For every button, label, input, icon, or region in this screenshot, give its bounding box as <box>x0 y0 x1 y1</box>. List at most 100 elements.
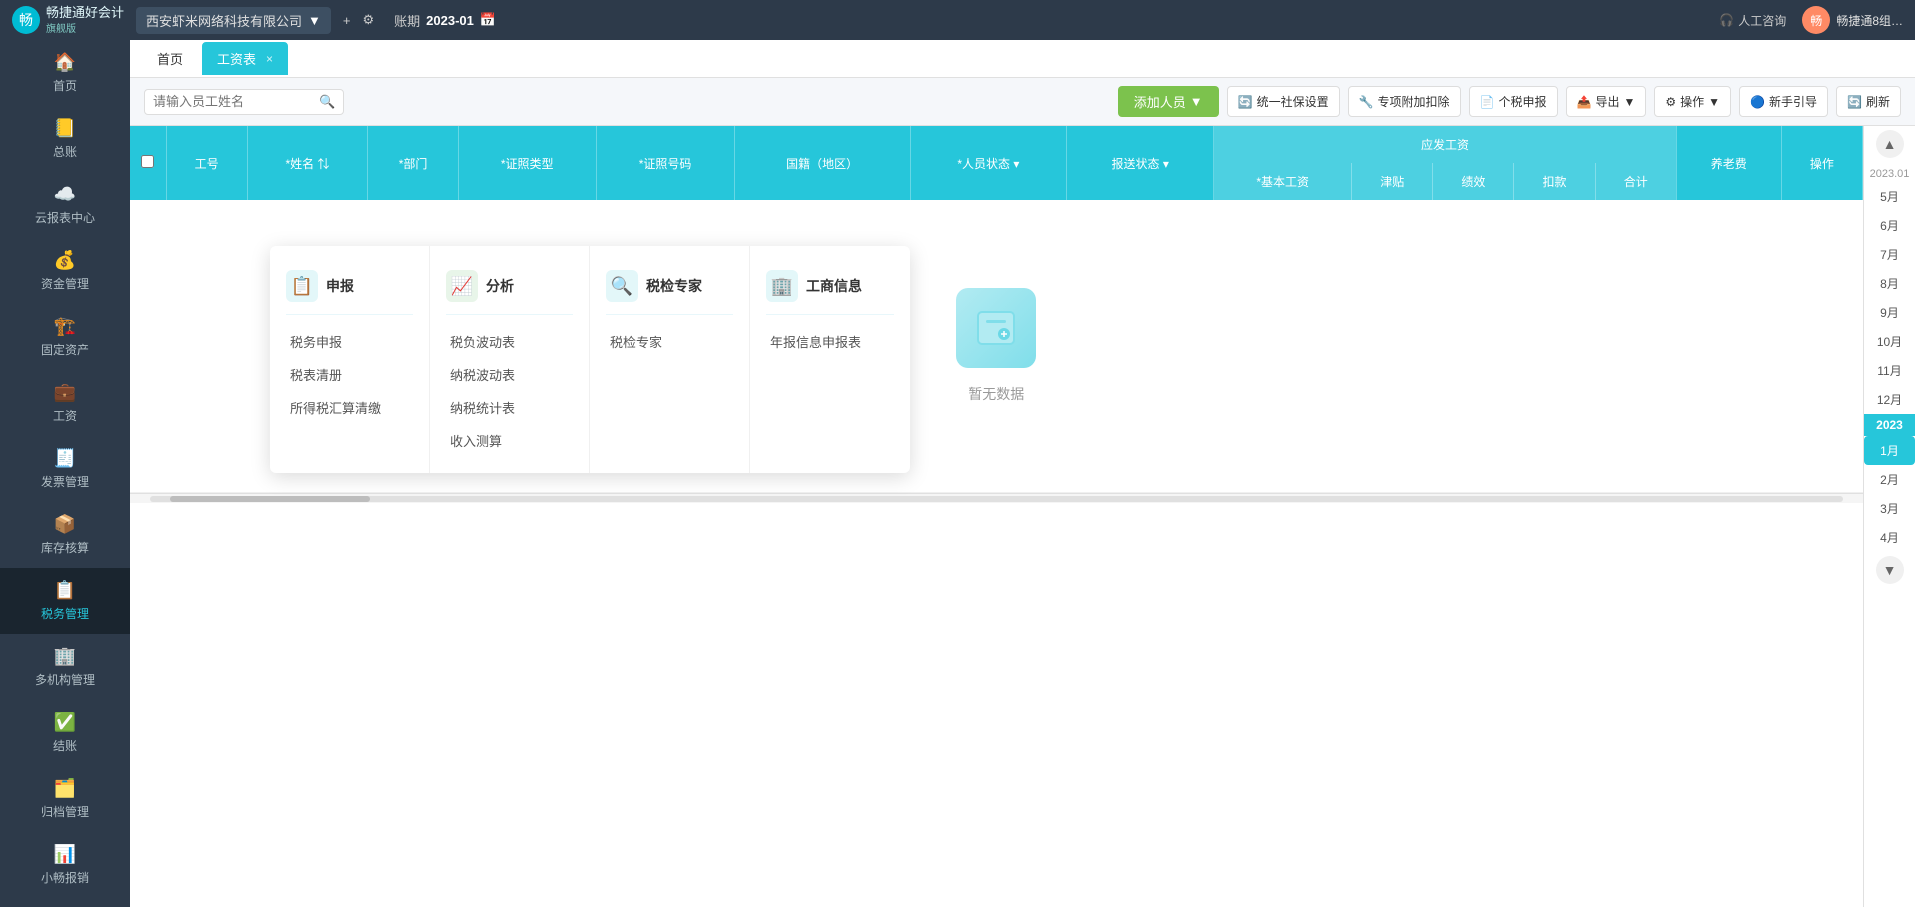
fenx-icon: 📈 <box>446 270 478 302</box>
cal-nav-down[interactable]: ▼ <box>1876 556 1904 584</box>
ops-icon: ⚙ <box>1665 95 1676 109</box>
dropdown-col-taxex: 🔍 税检专家 税检专家 <box>590 246 750 473</box>
th-department: *部门 <box>368 126 458 200</box>
export-btn[interactable]: 📤 导出 ▼ <box>1566 86 1647 117</box>
service-btn[interactable]: 🎧 人工咨询 <box>1719 12 1786 29</box>
cal-month-7[interactable]: 7月 <box>1864 240 1915 269</box>
assets-icon: 🏗️ <box>54 316 76 337</box>
cal-month-2[interactable]: 2月 <box>1864 465 1915 494</box>
sidebar-item-ledger[interactable]: 📒 总账 <box>0 106 130 172</box>
cal-month-12[interactable]: 12月 <box>1864 385 1915 414</box>
menu-tax-wave[interactable]: 纳税波动表 <box>446 358 573 391</box>
sidebar-item-tax[interactable]: 📋 税务管理 <box>0 568 130 634</box>
period-calendar-icon[interactable]: 📅 <box>480 12 496 28</box>
logo-area: 畅 畅捷通好会计 旗舰版 <box>12 5 124 36</box>
menu-tax-report[interactable]: 税务申报 <box>286 325 413 358</box>
sort-icon: ⇅ <box>318 157 330 171</box>
cal-month-6[interactable]: 6月 <box>1864 211 1915 240</box>
th-nationality: 国籍（地区） <box>734 126 910 200</box>
table-container: 工号 *姓名 ⇅ *部门 *证照类型 *证照号码 国籍（地区） *人员状态 ▾ … <box>130 126 1863 907</box>
company-selector[interactable]: 西安虾米网络科技有限公司 ▼ <box>136 7 331 34</box>
sidebar-item-inventory[interactable]: 📦 库存核算 <box>0 502 130 568</box>
th-submit-status: 报送状态 ▾ <box>1067 126 1214 200</box>
tab-salary[interactable]: 工资表 × <box>202 42 288 75</box>
cal-month-10[interactable]: 10月 <box>1864 327 1915 356</box>
menu-tax-stat[interactable]: 纳税统计表 <box>446 391 573 424</box>
personal-tax-btn[interactable]: 📄 个税申报 <box>1469 86 1558 117</box>
bottom-scrollbar[interactable] <box>130 493 1863 503</box>
sidebar-item-funds[interactable]: 💰 资金管理 <box>0 238 130 304</box>
cal-month-1[interactable]: 1月 <box>1864 436 1915 465</box>
app-name: 畅捷通好会计 <box>46 5 124 21</box>
dropdown-col-gongs: 🏢 工商信息 年报信息申报表 <box>750 246 910 473</box>
social-insurance-btn[interactable]: 🔄 统一社保设置 <box>1227 86 1340 117</box>
new-guide-btn[interactable]: 🔵 新手引导 <box>1739 86 1828 117</box>
th-deduct-insurance: 养老费 <box>1676 126 1781 200</box>
shenb-title: 申报 <box>326 276 354 296</box>
export-label: 导出 <box>1595 93 1619 110</box>
taxex-title: 税检专家 <box>646 276 702 296</box>
cal-month-11[interactable]: 11月 <box>1864 356 1915 385</box>
filter-icon-2[interactable]: ▾ <box>1163 157 1169 171</box>
multi-icon: 🏢 <box>54 646 76 667</box>
menu-tax-burden[interactable]: 税负波动表 <box>446 325 573 358</box>
menu-income-tax[interactable]: 所得税汇算清缴 <box>286 391 413 424</box>
menu-income-calc[interactable]: 收入测算 <box>446 424 573 457</box>
add-company-btn[interactable]: + <box>343 13 351 28</box>
sidebar-item-invoice[interactable]: 🧾 发票管理 <box>0 436 130 502</box>
sidebar-item-cloud[interactable]: ☁️ 云报表中心 <box>0 172 130 238</box>
user-avatar: 畅 <box>1802 6 1830 34</box>
sidebar-item-home[interactable]: 🏠 首页 <box>0 40 130 106</box>
personal-tax-label: 个税申报 <box>1499 93 1547 110</box>
add-person-btn[interactable]: 添加人员 ▼ <box>1118 86 1219 117</box>
sidebar-item-salary[interactable]: 💼 工资 <box>0 370 130 436</box>
search-wrap: 🔍 <box>144 89 344 115</box>
gongs-title: 工商信息 <box>806 276 862 296</box>
sidebar: 🏠 首页 📒 总账 ☁️ 云报表中心 💰 资金管理 🏗️ 固定资产 💼 工资 🧾… <box>0 40 130 907</box>
checkbox-header[interactable] <box>130 126 166 200</box>
calendar-panel: ▲ 2023.01 5月 6月 7月 8月 9月 10月 11月 12月 202… <box>1863 126 1915 907</box>
search-input[interactable] <box>153 94 313 109</box>
refresh-btn[interactable]: 🔄 刷新 <box>1836 86 1901 117</box>
special-deduction-label: 专项附加扣除 <box>1378 93 1450 110</box>
dropdown-col-shenb: 📋 申报 税务申报 税表清册 所得税汇算清缴 <box>270 246 430 473</box>
tab-close-icon[interactable]: × <box>266 52 273 66</box>
sidebar-item-assets[interactable]: 🏗️ 固定资产 <box>0 304 130 370</box>
menu-tax-expert[interactable]: 税检专家 <box>606 325 733 358</box>
company-settings-icon[interactable]: ⚙ <box>363 12 375 28</box>
special-deduction-btn[interactable]: 🔧 专项附加扣除 <box>1348 86 1461 117</box>
archive-icon: 🗂️ <box>54 778 76 799</box>
taxex-header: 🔍 税检专家 <box>606 262 733 315</box>
sidebar-item-multi[interactable]: 🏢 多机构管理 <box>0 634 130 700</box>
cal-year-marker: 2023 <box>1864 414 1915 436</box>
search-icon: 🔍 <box>319 94 335 110</box>
menu-annual-report[interactable]: 年报信息申报表 <box>766 325 894 358</box>
fenx-title: 分析 <box>486 276 514 296</box>
th-cert-no: *证照号码 <box>596 126 734 200</box>
select-all-checkbox[interactable] <box>141 155 154 168</box>
sidebar-item-settings[interactable]: ⚙️ 基础设置 <box>0 898 130 907</box>
headphone-icon: 🎧 <box>1719 13 1734 27</box>
cal-month-5[interactable]: 5月 <box>1864 182 1915 211</box>
home-icon: 🏠 <box>54 52 76 73</box>
menu-tax-table[interactable]: 税表清册 <box>286 358 413 391</box>
cal-nav-up[interactable]: ▲ <box>1876 130 1904 158</box>
cal-month-4[interactable]: 4月 <box>1864 523 1915 552</box>
cal-month-8[interactable]: 8月 <box>1864 269 1915 298</box>
scrollbar-thumb[interactable] <box>170 496 370 502</box>
cal-year-2023: 2023.01 <box>1870 162 1910 182</box>
table-calendar-row: 工号 *姓名 ⇅ *部门 *证照类型 *证照号码 国籍（地区） *人员状态 ▾ … <box>130 126 1915 907</box>
sidebar-item-xiaochang[interactable]: 📊 小畅报销 <box>0 832 130 898</box>
filter-icon-1[interactable]: ▾ <box>1013 157 1019 171</box>
cal-month-9[interactable]: 9月 <box>1864 298 1915 327</box>
operations-btn[interactable]: ⚙ 操作 ▼ <box>1654 86 1731 117</box>
user-area[interactable]: 畅 畅捷通8组… <box>1802 6 1903 34</box>
sidebar-item-archive[interactable]: 🗂️ 归档管理 <box>0 766 130 832</box>
dropdown-menu[interactable]: 📋 申报 税务申报 税表清册 所得税汇算清缴 📈 <box>270 246 910 473</box>
tab-home[interactable]: 首页 <box>142 42 198 75</box>
add-dropdown-icon: ▼ <box>1190 94 1203 109</box>
sidebar-item-checkout[interactable]: ✅ 结账 <box>0 700 130 766</box>
th-deduct: 扣款 <box>1514 163 1595 200</box>
cal-month-3[interactable]: 3月 <box>1864 494 1915 523</box>
app-version: 旗舰版 <box>46 20 124 35</box>
